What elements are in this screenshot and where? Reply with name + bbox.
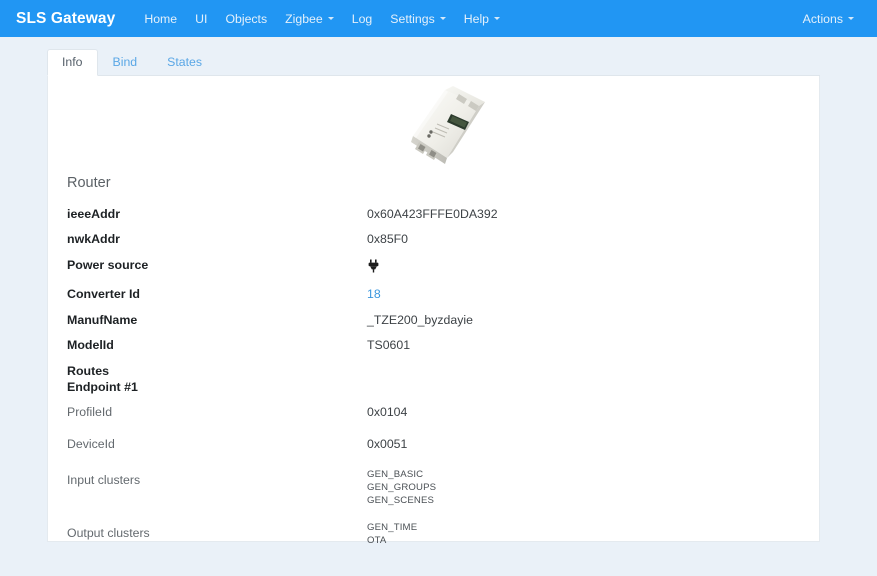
input-clusters-list: GEN_BASIC GEN_GROUPS GEN_SCENES (367, 470, 436, 505)
nav-item-home[interactable]: Home (135, 8, 186, 30)
tab-bar: Info Bind States (47, 49, 820, 76)
list-item: GEN_TIME (367, 522, 418, 534)
property-row-power-source: Power source (67, 257, 807, 275)
power-source-value (367, 259, 380, 275)
property-row-deviceid: DeviceId 0x0051 (67, 437, 807, 452)
nav-item-actions[interactable]: Actions (794, 8, 863, 30)
property-row-profileid: ProfileId 0x0104 (67, 404, 807, 419)
converter-id-link[interactable]: 18 (367, 287, 381, 301)
nav-item-objects[interactable]: Objects (216, 8, 276, 30)
info-panel: Router ieeeAddr 0x60A423FFFE0DA392 nwkAd… (47, 76, 820, 545)
device-photo (393, 78, 497, 171)
property-row-manufname: ManufName _TZE200_byzdayie (67, 312, 807, 327)
device-properties: Router ieeeAddr 0x60A423FFFE0DA392 nwkAd… (67, 176, 807, 563)
list-item: OTA (367, 534, 387, 546)
nav-item-help[interactable]: Help (455, 8, 509, 30)
nav-item-actions-label: Actions (802, 11, 843, 26)
nwkaddr-value: 0x85F0 (367, 232, 409, 247)
converter-id-value: 18 (367, 288, 381, 300)
plug-icon (367, 259, 380, 275)
top-navbar: SLS Gateway Home UI Objects Zigbee Log S… (0, 0, 877, 37)
brand-logo[interactable]: SLS Gateway (16, 10, 115, 28)
tab-info-label: Info (62, 55, 83, 69)
nav-item-objects-label: Objects (225, 11, 268, 26)
chevron-down-icon (439, 17, 446, 20)
list-item: GEN_BASIC (367, 469, 424, 481)
chevron-down-icon (327, 17, 334, 20)
nav-item-ui-label: UI (195, 11, 208, 26)
list-item: GEN_SCENES (367, 494, 435, 506)
profileid-value: 0x0104 (367, 404, 408, 419)
property-row-converter-id: Converter Id 18 (67, 287, 807, 302)
navbar-right: Actions (794, 8, 863, 30)
output-clusters-label: Output clusters (67, 526, 150, 541)
nav-item-zigbee[interactable]: Zigbee (276, 8, 343, 30)
tab-states[interactable]: States (152, 49, 217, 76)
nav-item-settings[interactable]: Settings (381, 8, 454, 30)
manufname-value: _TZE200_byzdayie (367, 312, 473, 327)
tab-info[interactable]: Info (47, 49, 98, 76)
property-row-nwkaddr: nwkAddr 0x85F0 (67, 232, 807, 247)
tab-bind[interactable]: Bind (98, 49, 153, 76)
manufname-label: ManufName (67, 312, 138, 327)
modelid-value: TS0601 (367, 338, 411, 353)
tab-bind-label: Bind (112, 55, 138, 69)
endpoint-title: Endpoint #1 (67, 380, 138, 395)
routes-label: Routes (67, 363, 109, 378)
nav-item-settings-label: Settings (390, 11, 435, 26)
modelid-label: ModelId (67, 338, 114, 353)
deviceid-value: 0x0051 (367, 437, 408, 452)
tabs-container: Info Bind States (0, 49, 877, 76)
property-row-output-clusters: Output clusters GEN_TIME OTA (67, 523, 807, 545)
input-clusters-label: Input clusters (67, 473, 141, 488)
property-row-ieeeaddr: ieeeAddr 0x60A423FFFE0DA392 (67, 206, 807, 221)
property-row-routes: Routes (67, 363, 807, 378)
deviceid-label: DeviceId (67, 437, 115, 452)
endpoint-header: Endpoint #1 (67, 380, 807, 395)
profileid-label: ProfileId (67, 404, 113, 419)
ieeeaddr-label: ieeeAddr (67, 206, 121, 221)
nav-menu: Home UI Objects Zigbee Log Settings Help (135, 8, 509, 30)
nav-item-ui[interactable]: UI (186, 8, 216, 30)
power-source-label: Power source (67, 257, 149, 272)
ieeeaddr-value: 0x60A423FFFE0DA392 (367, 206, 498, 221)
nav-item-home-label: Home (144, 11, 178, 26)
list-item: GEN_GROUPS (367, 481, 437, 493)
property-row-input-clusters: Input clusters GEN_BASIC GEN_GROUPS GEN_… (67, 470, 807, 505)
nav-item-log-label: Log (351, 11, 373, 26)
nwkaddr-label: nwkAddr (67, 232, 121, 247)
nav-item-zigbee-label: Zigbee (285, 11, 323, 26)
property-row-device-type: Router (67, 176, 807, 191)
converter-id-label: Converter Id (67, 287, 140, 302)
device-type-label: Router (67, 175, 111, 191)
page-body: Info Bind States Router ieeeAddr 0x60A42… (0, 37, 877, 576)
chevron-down-icon (494, 17, 501, 20)
nav-item-help-label: Help (463, 11, 490, 26)
nav-item-log[interactable]: Log (343, 8, 382, 30)
chevron-down-icon (848, 17, 854, 20)
output-clusters-list: GEN_TIME OTA (367, 523, 417, 545)
property-row-modelid: ModelId TS0601 (67, 338, 807, 353)
tab-states-label: States (167, 55, 203, 69)
